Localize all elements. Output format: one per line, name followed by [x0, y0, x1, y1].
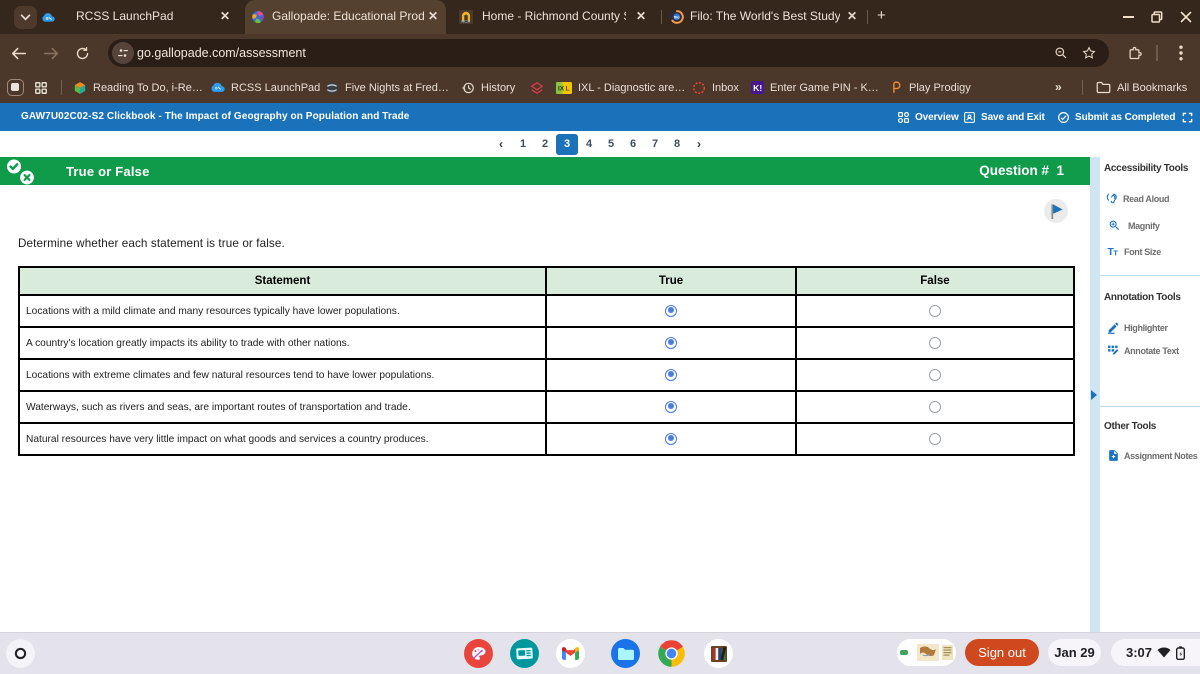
svg-text:T: T — [1114, 250, 1119, 257]
svg-text:RCS: RCS — [461, 19, 470, 24]
svg-text:IX: IX — [558, 85, 565, 92]
svg-text:K!: K! — [753, 83, 762, 93]
svg-text:filo: filo — [674, 15, 680, 19]
svg-text:L: L — [566, 85, 570, 92]
